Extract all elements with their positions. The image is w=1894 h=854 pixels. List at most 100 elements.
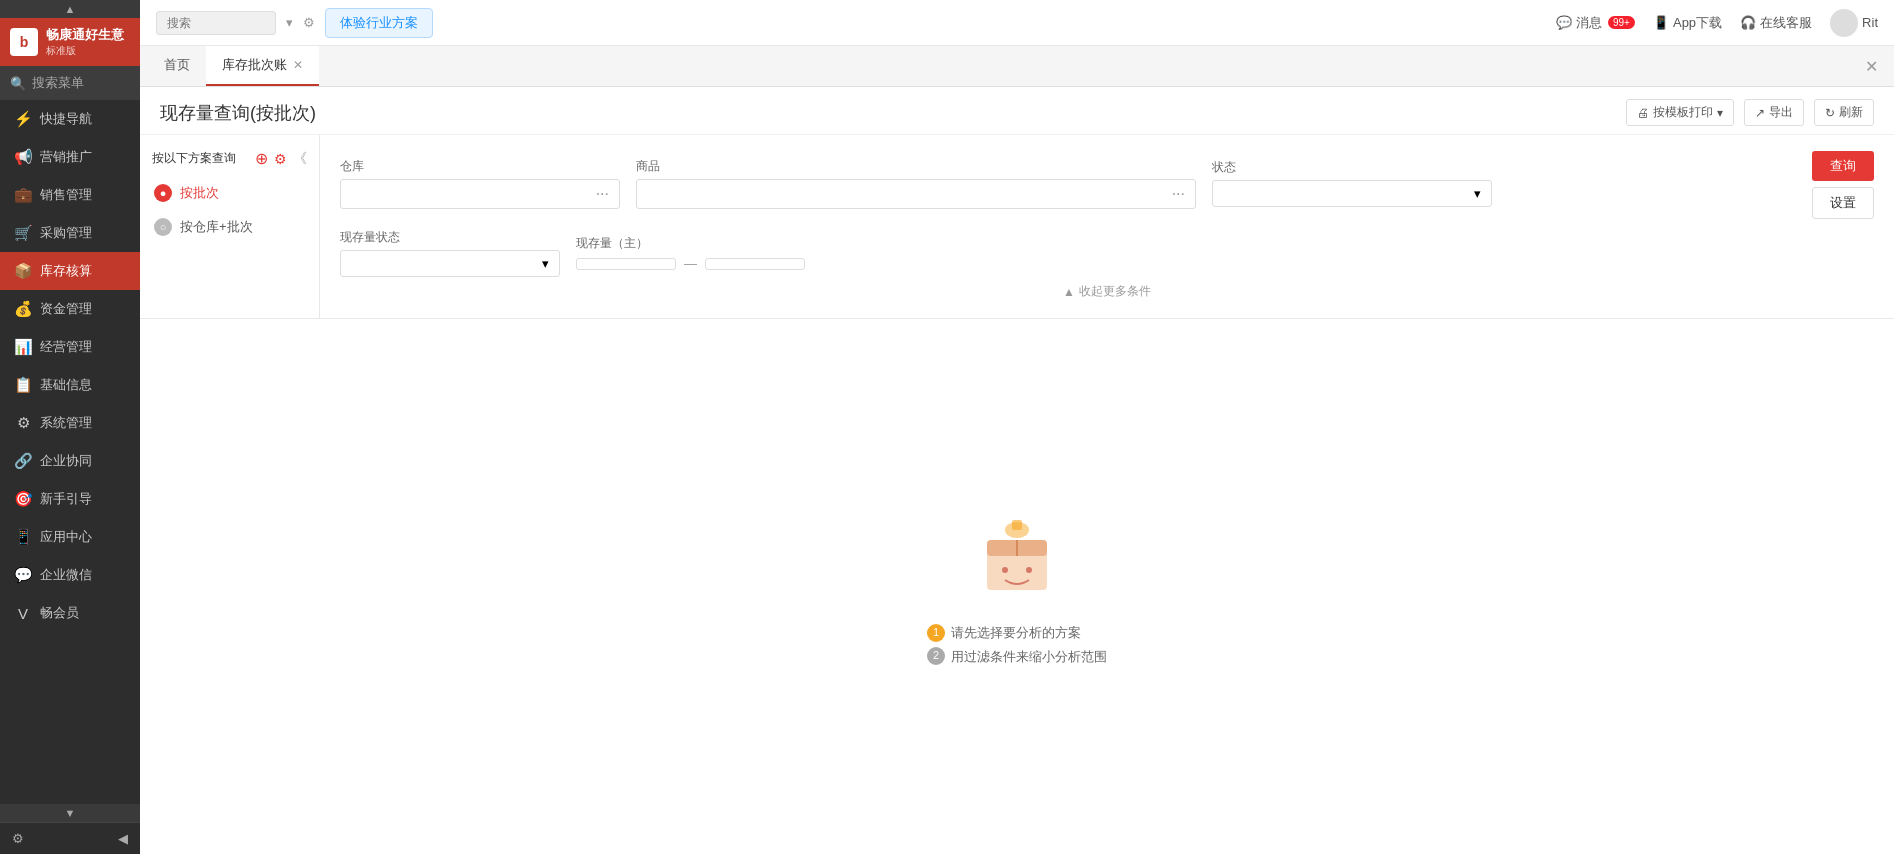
vip-icon: V — [14, 605, 32, 622]
sidebar-item-apps[interactable]: 📱 应用中心 — [0, 518, 140, 556]
query-button[interactable]: 查询 — [1812, 151, 1874, 181]
sidebar-item-sales[interactable]: 💼 销售管理 — [0, 176, 140, 214]
sidebar-item-label: 采购管理 — [40, 224, 92, 242]
step-1-text: 请先选择要分析的方案 — [951, 621, 1081, 644]
filter-option-inactive-dot: ○ — [154, 218, 172, 236]
sidebar-search[interactable]: 🔍 搜索菜单 — [0, 66, 140, 100]
tab-home[interactable]: 首页 — [148, 46, 206, 86]
empty-step-1: 1 请先选择要分析的方案 — [927, 621, 1107, 644]
refresh-btn[interactable]: ↻ 刷新 — [1814, 99, 1874, 126]
main-filter: 仓库 ··· 商品 ··· 状态 — [320, 135, 1894, 318]
sidebar-item-label: 企业协同 — [40, 452, 92, 470]
sidebar-logo: b — [10, 28, 38, 56]
sidebar-item-operations[interactable]: 📊 经营管理 — [0, 328, 140, 366]
empty-step-2: 2 用过滤条件来缩小分析范围 — [927, 645, 1107, 668]
topbar-left: ▾ ⚙ 体验行业方案 — [156, 8, 433, 38]
settings-gear-icon[interactable]: ⚙ — [303, 15, 315, 30]
message-icon: 💬 — [1556, 15, 1572, 30]
online-service-label: 在线客服 — [1760, 14, 1812, 32]
sidebar-item-system[interactable]: ⚙ 系统管理 — [0, 404, 140, 442]
filter-sidebar-collapse-btn[interactable]: 《 — [293, 150, 307, 168]
svg-point-3 — [1002, 567, 1008, 573]
filter-option-by-batch[interactable]: ● 按批次 — [140, 176, 319, 210]
settings-button[interactable]: 设置 — [1812, 187, 1874, 219]
sidebar-scroll-up[interactable]: ▲ — [0, 0, 140, 18]
tab-batch-account[interactable]: 库存批次账 ✕ — [206, 46, 319, 86]
template-print-btn[interactable]: 🖨 按模板打印 ▾ — [1626, 99, 1734, 126]
export-btn[interactable]: ↗ 导出 — [1744, 99, 1804, 126]
sidebar-item-guide[interactable]: 🎯 新手引导 — [0, 480, 140, 518]
filter-option-active-dot: ● — [154, 184, 172, 202]
sidebar-item-label: 营销推广 — [40, 148, 92, 166]
inventory-qty-field: 现存量（主） — — [576, 235, 805, 271]
inventory-qty-dash: — — [684, 256, 697, 271]
filter-option-by-batch-label: 按批次 — [180, 184, 219, 202]
sidebar-item-basics[interactable]: 📋 基础信息 — [0, 366, 140, 404]
sidebar-scroll-down[interactable]: ▼ — [0, 804, 140, 822]
filter-option-by-warehouse-batch[interactable]: ○ 按仓库+批次 — [140, 210, 319, 244]
step-2-num: 2 — [927, 647, 945, 665]
sidebar-bottom: ⚙ ◀ — [0, 822, 140, 854]
collapse-icon[interactable]: ◀ — [118, 831, 128, 846]
finance-icon: 💰 — [14, 300, 32, 318]
messages-btn[interactable]: 💬 消息 99+ — [1556, 14, 1635, 32]
sidebar-item-marketing[interactable]: 📢 营销推广 — [0, 138, 140, 176]
sidebar-item-vip[interactable]: V 畅会员 — [0, 594, 140, 632]
topbar-right: 💬 消息 99+ 📱 App下载 🎧 在线客服 Rit — [1556, 9, 1878, 37]
sidebar-item-label: 应用中心 — [40, 528, 92, 546]
sidebar-company-name: 畅康通好生意 — [46, 26, 124, 44]
export-label: 导出 — [1769, 104, 1793, 121]
status-select[interactable]: ▾ — [1212, 180, 1492, 207]
sidebar-company: 畅康通好生意 标准版 — [46, 26, 124, 58]
inventory-status-select[interactable]: ▾ — [340, 250, 560, 277]
export-icon: ↗ — [1755, 106, 1765, 120]
page-header-actions: 🖨 按模板打印 ▾ ↗ 导出 ↻ 刷新 — [1626, 99, 1874, 126]
sidebar-item-finance[interactable]: 💰 资金管理 — [0, 290, 140, 328]
close-all-tabs-btn[interactable]: ✕ — [1857, 57, 1886, 76]
tab-home-label: 首页 — [164, 56, 190, 74]
goods-label: 商品 — [636, 158, 1196, 175]
experience-btn[interactable]: 体验行业方案 — [325, 8, 433, 38]
sidebar-item-inventory[interactable]: 📦 库存核算 — [0, 252, 140, 290]
collapse-more-btn[interactable]: ▲ 收起更多条件 — [340, 277, 1874, 306]
tab-close-icon[interactable]: ✕ — [293, 58, 303, 72]
search-input[interactable] — [156, 11, 276, 35]
sidebar-item-quick-nav[interactable]: ⚡ 快捷导航 — [0, 100, 140, 138]
goods-input[interactable]: ··· — [636, 179, 1196, 209]
inventory-status-label: 现存量状态 — [340, 229, 560, 246]
inventory-qty-max-input[interactable] — [705, 258, 805, 270]
empty-svg — [967, 510, 1067, 600]
system-icon: ⚙ — [14, 414, 32, 432]
collapse-text: 收起更多条件 — [1079, 283, 1151, 300]
sidebar-item-label: 新手引导 — [40, 490, 92, 508]
add-filter-btn[interactable]: ⊕ — [255, 149, 268, 168]
sidebar-header: b 畅康通好生意 标准版 — [0, 18, 140, 66]
sidebar-item-purchase[interactable]: 🛒 采购管理 — [0, 214, 140, 252]
sidebar-search-label: 搜索菜单 — [32, 74, 84, 92]
app-download-btn[interactable]: 📱 App下载 — [1653, 14, 1722, 32]
settings-icon[interactable]: ⚙ — [12, 831, 24, 846]
status-dropdown-icon: ▾ — [1474, 186, 1481, 201]
sidebar: ▲ b 畅康通好生意 标准版 🔍 搜索菜单 ⚡ 快捷导航 📢 营销推广 💼 销售… — [0, 0, 140, 854]
filter-sidebar-title: 按以下方案查询 — [152, 150, 236, 167]
tab-batch-account-label: 库存批次账 — [222, 56, 287, 74]
sidebar-item-wechat[interactable]: 💬 企业微信 — [0, 556, 140, 594]
warehouse-input[interactable]: ··· — [340, 179, 620, 209]
sidebar-item-label: 资金管理 — [40, 300, 92, 318]
filter-settings-icon[interactable]: ⚙ — [274, 151, 287, 167]
dropdown-icon[interactable]: ▾ — [286, 15, 293, 30]
filter-actions: 查询 设置 — [1812, 147, 1874, 219]
online-service-btn[interactable]: 🎧 在线客服 — [1740, 14, 1812, 32]
filter-sidebar-actions: ⊕ ⚙ 《 — [255, 149, 307, 168]
step-1-num: 1 — [927, 624, 945, 642]
sidebar-item-label: 企业微信 — [40, 566, 92, 584]
print-icon: 🖨 — [1637, 106, 1649, 120]
wechat-icon: 💬 — [14, 566, 32, 584]
inventory-qty-min-input[interactable] — [576, 258, 676, 270]
sidebar-item-enterprise[interactable]: 🔗 企业协同 — [0, 442, 140, 480]
main-area: ▾ ⚙ 体验行业方案 💬 消息 99+ 📱 App下载 🎧 在线客服 Rit — [140, 0, 1894, 854]
sidebar-item-label: 畅会员 — [40, 604, 79, 622]
sidebar-company-sub: 标准版 — [46, 44, 124, 58]
filter-sidebar-header: 按以下方案查询 ⊕ ⚙ 《 — [140, 145, 319, 176]
user-avatar-btn[interactable]: Rit — [1830, 9, 1878, 37]
